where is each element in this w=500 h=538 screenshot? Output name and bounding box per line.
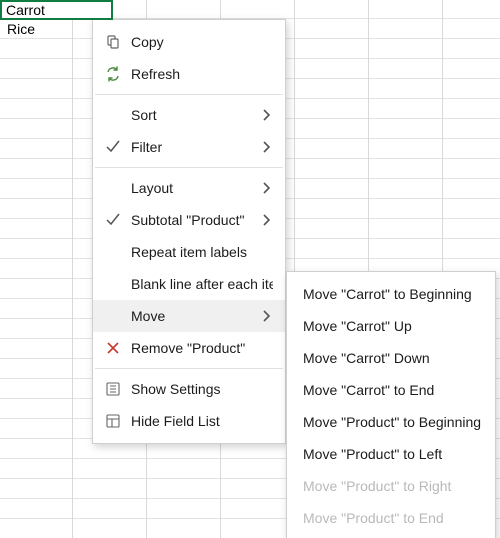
menu-label: Move "Carrot" Down (303, 350, 483, 366)
menu-label: Repeat item labels (131, 244, 273, 260)
menu-label: Refresh (131, 66, 273, 82)
chevron-right-icon (259, 109, 273, 121)
remove-icon (103, 338, 123, 358)
blank-icon (103, 105, 123, 125)
menu-label: Move (131, 308, 259, 324)
blank-icon (103, 178, 123, 198)
menu-item-move[interactable]: Move (93, 300, 285, 332)
menu-label: Layout (131, 180, 259, 196)
refresh-icon (103, 64, 123, 84)
submenu-item-to-end[interactable]: Move "Carrot" to End (287, 374, 495, 406)
check-icon (103, 137, 123, 157)
copy-icon (103, 32, 123, 52)
menu-item-layout[interactable]: Layout (93, 172, 285, 204)
blank-icon (103, 306, 123, 326)
submenu-item-product-to-beginning[interactable]: Move "Product" to Beginning (287, 406, 495, 438)
menu-label: Move "Carrot" to End (303, 382, 483, 398)
menu-item-remove[interactable]: Remove "Product" (93, 332, 285, 364)
menu-label: Subtotal "Product" (131, 212, 259, 228)
menu-label: Move "Product" to Beginning (303, 414, 483, 430)
menu-separator (95, 167, 283, 168)
chevron-right-icon (259, 214, 273, 226)
submenu-item-product-to-right: Move "Product" to Right (287, 470, 495, 502)
menu-item-sort[interactable]: Sort (93, 99, 285, 131)
menu-label: Move "Product" to Right (303, 478, 483, 494)
menu-label: Sort (131, 107, 259, 123)
menu-item-subtotal[interactable]: Subtotal "Product" (93, 204, 285, 236)
submenu-item-to-beginning[interactable]: Move "Carrot" to Beginning (287, 278, 495, 310)
menu-label: Remove "Product" (131, 340, 273, 356)
menu-label: Move "Carrot" to Beginning (303, 286, 483, 302)
menu-item-repeat-labels[interactable]: Repeat item labels (93, 236, 285, 268)
submenu-item-product-to-left[interactable]: Move "Product" to Left (287, 438, 495, 470)
menu-item-blank-line[interactable]: Blank line after each item (93, 268, 285, 300)
menu-label: Move "Product" to End (303, 510, 483, 526)
submenu-item-up[interactable]: Move "Carrot" Up (287, 310, 495, 342)
move-submenu: Move "Carrot" to Beginning Move "Carrot"… (286, 271, 496, 538)
menu-item-filter[interactable]: Filter (93, 131, 285, 163)
blank-icon (103, 274, 123, 294)
settings-icon (103, 379, 123, 399)
menu-item-copy[interactable]: Copy (93, 26, 285, 58)
check-icon (103, 210, 123, 230)
field-list-icon (103, 411, 123, 431)
menu-label: Hide Field List (131, 413, 273, 429)
chevron-right-icon (259, 182, 273, 194)
cell-selected[interactable]: Carrot (0, 0, 113, 20)
menu-label: Copy (131, 34, 273, 50)
menu-label: Filter (131, 139, 259, 155)
chevron-right-icon (259, 141, 273, 153)
chevron-right-icon (259, 310, 273, 322)
submenu-item-product-to-end: Move "Product" to End (287, 502, 495, 534)
menu-item-show-settings[interactable]: Show Settings (93, 373, 285, 405)
menu-item-hide-field-list[interactable]: Hide Field List (93, 405, 285, 437)
menu-separator (95, 94, 283, 95)
blank-icon (103, 242, 123, 262)
context-menu: Copy Refresh Sort Filter La (92, 19, 286, 444)
menu-label: Blank line after each item (131, 276, 273, 292)
menu-separator (95, 368, 283, 369)
menu-item-refresh[interactable]: Refresh (93, 58, 285, 90)
menu-label: Show Settings (131, 381, 273, 397)
menu-label: Move "Product" to Left (303, 446, 483, 462)
menu-label: Move "Carrot" Up (303, 318, 483, 334)
submenu-item-down[interactable]: Move "Carrot" Down (287, 342, 495, 374)
